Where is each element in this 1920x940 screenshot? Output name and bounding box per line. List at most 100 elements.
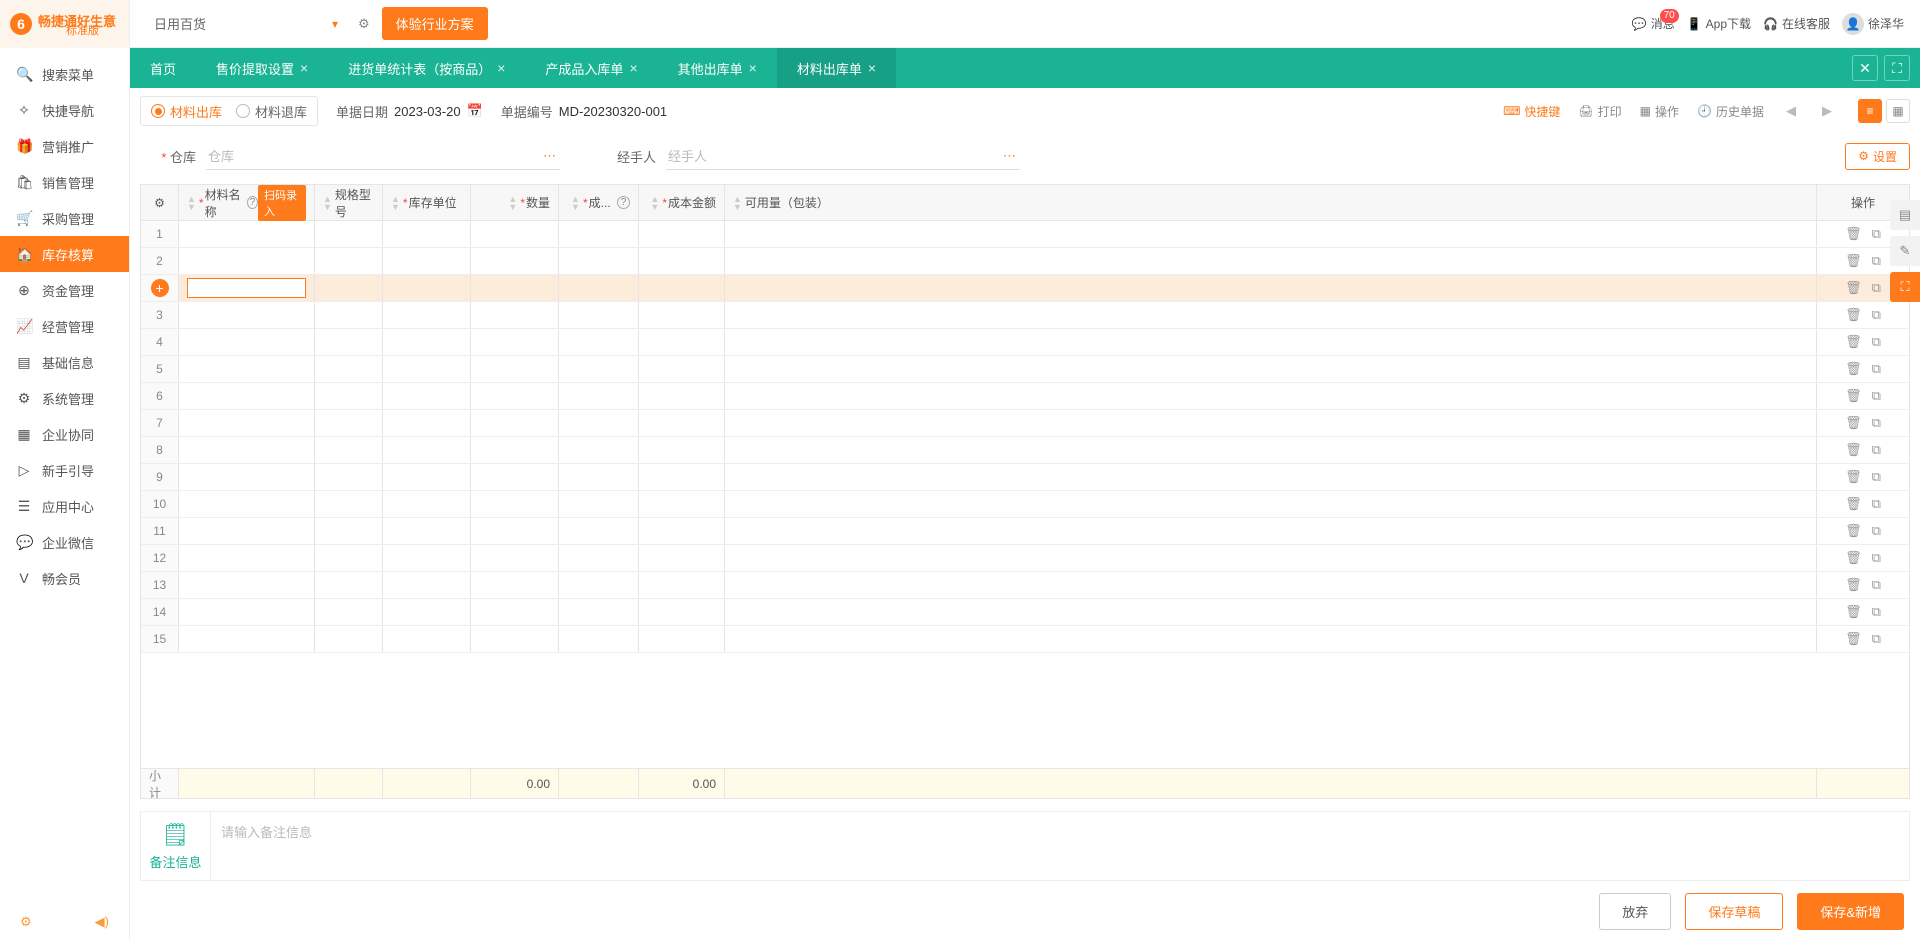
- cell-name[interactable]: [179, 464, 315, 490]
- view-card-button[interactable]: ▦: [1886, 99, 1910, 123]
- copy-row-icon[interactable]: ⧉: [1872, 469, 1881, 485]
- tab[interactable]: 材料出库单×: [777, 48, 896, 88]
- delete-row-icon[interactable]: 🗑: [1845, 415, 1862, 431]
- nav-item[interactable]: ▤基础信息: [0, 344, 129, 380]
- nav-item[interactable]: ✧快捷导航: [0, 92, 129, 128]
- scan-tag[interactable]: 扫码录入: [258, 185, 306, 221]
- cell-name[interactable]: [179, 599, 315, 625]
- collapse-icon[interactable]: ◀): [95, 914, 109, 930]
- cell-name[interactable]: [179, 491, 315, 517]
- cell-name[interactable]: [179, 518, 315, 544]
- cell-name[interactable]: [179, 572, 315, 598]
- close-icon[interactable]: ×: [300, 60, 308, 76]
- cell-name[interactable]: [179, 356, 315, 382]
- delete-row-icon[interactable]: 🗑: [1845, 226, 1862, 242]
- nav-item[interactable]: ☰应用中心: [0, 488, 129, 524]
- save-new-button[interactable]: 保存&新增: [1797, 893, 1904, 930]
- nav-item[interactable]: ▷新手引导: [0, 452, 129, 488]
- nav-item[interactable]: ⚙系统管理: [0, 380, 129, 416]
- help-icon[interactable]: ?: [617, 196, 630, 209]
- operations-link[interactable]: ▦操作: [1640, 103, 1679, 120]
- settings-icon[interactable]: ⚙: [20, 914, 32, 930]
- nav-item[interactable]: 🛒采购管理: [0, 200, 129, 236]
- delete-row-icon[interactable]: 🗑: [1845, 550, 1862, 566]
- warehouse-field[interactable]: 仓库 仓库⋯: [140, 142, 560, 170]
- delete-row-icon[interactable]: 🗑: [1845, 280, 1862, 296]
- dock-item-1[interactable]: ▤: [1890, 200, 1920, 230]
- cell-name[interactable]: [179, 221, 315, 247]
- delete-row-icon[interactable]: 🗑: [1845, 361, 1862, 377]
- nav-item[interactable]: 📈经营管理: [0, 308, 129, 344]
- business-selector[interactable]: 日用百货 ▾: [146, 10, 346, 37]
- help-icon[interactable]: ?: [247, 196, 258, 209]
- radio-material-return[interactable]: 材料退库: [236, 102, 307, 121]
- copy-row-icon[interactable]: ⧉: [1872, 442, 1881, 458]
- nav-item[interactable]: V畅会员: [0, 560, 129, 596]
- close-icon[interactable]: ×: [497, 60, 505, 76]
- copy-row-icon[interactable]: ⧉: [1872, 577, 1881, 593]
- cell-name[interactable]: [179, 329, 315, 355]
- delete-row-icon[interactable]: 🗑: [1845, 523, 1862, 539]
- shortcut-link[interactable]: ⌨快捷键: [1503, 103, 1560, 120]
- more-icon[interactable]: ⋯: [543, 148, 558, 164]
- remark-input[interactable]: 请输入备注信息: [211, 812, 1909, 880]
- handler-field[interactable]: 经手人 经手人⋯: [600, 142, 1020, 170]
- close-icon[interactable]: ×: [749, 60, 757, 76]
- cell-name[interactable]: [179, 410, 315, 436]
- nav-item[interactable]: ▦企业协同: [0, 416, 129, 452]
- nav-item[interactable]: 🛍销售管理: [0, 164, 129, 200]
- nav-item[interactable]: ⊕资金管理: [0, 272, 129, 308]
- delete-row-icon[interactable]: 🗑: [1845, 496, 1862, 512]
- copy-row-icon[interactable]: ⧉: [1872, 280, 1881, 296]
- nav-item[interactable]: 🎁营销推广: [0, 128, 129, 164]
- cell-name[interactable]: [179, 248, 315, 274]
- col-qty[interactable]: ▲▼*数量: [471, 185, 559, 220]
- copy-row-icon[interactable]: ⧉: [1872, 550, 1881, 566]
- copy-row-icon[interactable]: ⧉: [1872, 253, 1881, 269]
- app-download-button[interactable]: 📱 App下载: [1687, 15, 1751, 32]
- doc-date[interactable]: 单据日期 2023-03-20 📅: [336, 102, 483, 121]
- cell-name[interactable]: [179, 545, 315, 571]
- delete-row-icon[interactable]: 🗑: [1845, 334, 1862, 350]
- cell-name[interactable]: [179, 437, 315, 463]
- copy-row-icon[interactable]: ⧉: [1872, 523, 1881, 539]
- copy-row-icon[interactable]: ⧉: [1872, 604, 1881, 620]
- copy-row-icon[interactable]: ⧉: [1872, 388, 1881, 404]
- delete-row-icon[interactable]: 🗑: [1845, 631, 1862, 647]
- col-amount[interactable]: ▲▼*成本金额: [639, 185, 725, 220]
- material-name-input[interactable]: [187, 278, 306, 298]
- tab-expand-button[interactable]: ⛶: [1884, 55, 1910, 81]
- dock-item-3[interactable]: ⛶: [1890, 272, 1920, 302]
- print-link[interactable]: 🖨打印: [1578, 103, 1621, 120]
- more-icon[interactable]: ⋯: [1003, 148, 1018, 164]
- user-menu[interactable]: 👤 徐泽华: [1842, 13, 1904, 35]
- col-config[interactable]: ⚙: [141, 185, 179, 220]
- tab[interactable]: 首页: [130, 48, 196, 88]
- col-spec[interactable]: ▲▼规格型号: [315, 185, 383, 220]
- nav-item[interactable]: 🔍搜索菜单: [0, 56, 129, 92]
- col-available[interactable]: ▲▼可用量（包装）: [725, 185, 1817, 220]
- cell-name[interactable]: [179, 383, 315, 409]
- delete-row-icon[interactable]: 🗑: [1845, 307, 1862, 323]
- customer-service-button[interactable]: 🎧 在线客服: [1763, 15, 1830, 32]
- delete-row-icon[interactable]: 🗑: [1845, 388, 1862, 404]
- close-icon[interactable]: ×: [868, 60, 876, 76]
- discard-button[interactable]: 放弃: [1599, 893, 1671, 930]
- dock-item-2[interactable]: ✎: [1890, 236, 1920, 266]
- copy-row-icon[interactable]: ⧉: [1872, 415, 1881, 431]
- remark-tab[interactable]: 🗒 备注信息: [141, 812, 211, 880]
- col-unit[interactable]: ▲▼*库存单位: [383, 185, 471, 220]
- copy-row-icon[interactable]: ⧉: [1872, 226, 1881, 242]
- tab[interactable]: 进货单统计表（按商品）×: [328, 48, 525, 88]
- copy-row-icon[interactable]: ⧉: [1872, 334, 1881, 350]
- try-plan-button[interactable]: 体验行业方案: [382, 7, 488, 40]
- add-row-button[interactable]: +: [151, 279, 169, 297]
- copy-row-icon[interactable]: ⧉: [1872, 307, 1881, 323]
- delete-row-icon[interactable]: 🗑: [1845, 253, 1862, 269]
- copy-row-icon[interactable]: ⧉: [1872, 361, 1881, 377]
- copy-row-icon[interactable]: ⧉: [1872, 496, 1881, 512]
- tab[interactable]: 售价提取设置×: [196, 48, 328, 88]
- next-doc-button[interactable]: ▶: [1818, 103, 1836, 119]
- tab-close-all-button[interactable]: ✕: [1852, 55, 1878, 81]
- tab[interactable]: 产成品入库单×: [525, 48, 657, 88]
